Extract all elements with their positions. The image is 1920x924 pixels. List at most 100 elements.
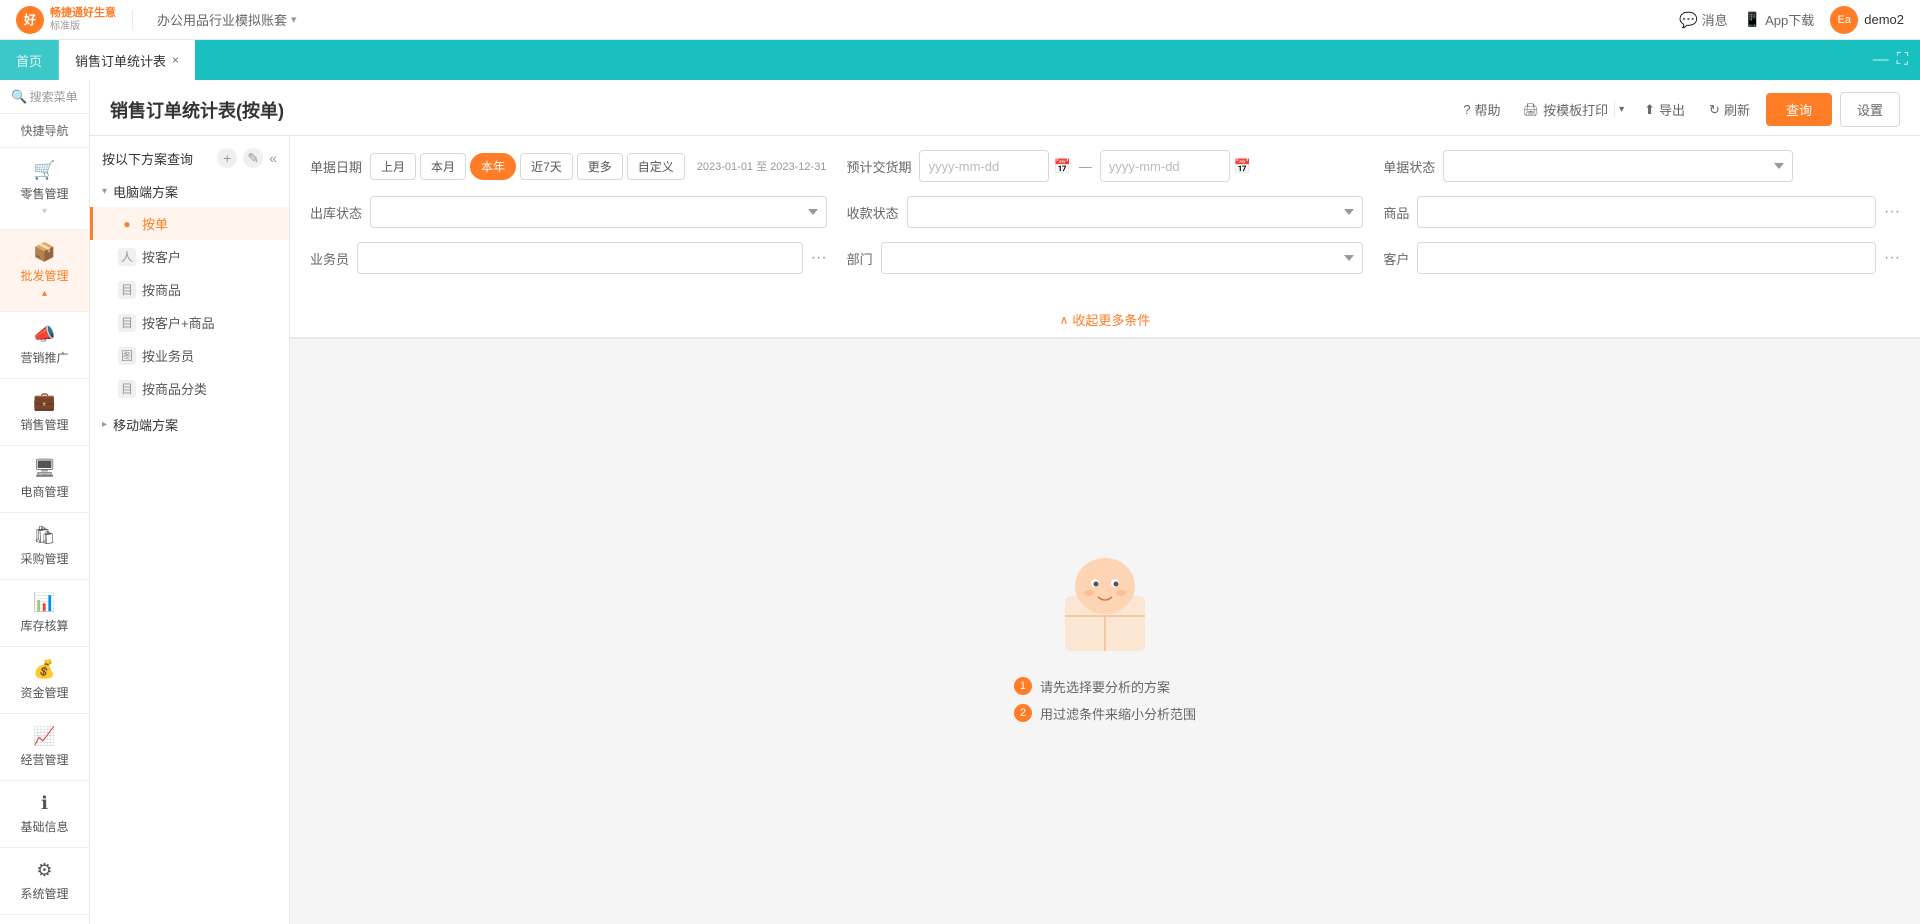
scheme-item-5[interactable]: 目 按商品分类	[90, 372, 289, 405]
mobile-group-arrow-icon: ▸	[102, 419, 107, 430]
scheme-item-4[interactable]: 图 按业务员	[90, 339, 289, 372]
this-month-btn[interactable]: 本月	[420, 153, 466, 180]
message-icon: 💬	[1679, 11, 1698, 29]
dept-select[interactable]	[881, 242, 1364, 274]
full-content: 单据日期 上月 本月 本年 近7天 更多 自定义	[290, 136, 1920, 924]
tab-sales-order-stats[interactable]: 销售订单统计表 ×	[59, 40, 195, 80]
scheme-item-3[interactable]: 目 按客户+商品	[90, 306, 289, 339]
scheme-add-icon[interactable]: +	[217, 148, 237, 168]
page-right-actions: ? 帮助 🖨 按模板打印 ▾ ⬆ 导出 ↻	[1455, 92, 1900, 127]
sidebar-item-business[interactable]: 📈 经营管理	[0, 714, 89, 781]
this-year-btn[interactable]: 本年	[470, 153, 516, 180]
content-area: 销售订单统计表(按单) ? 帮助 🖨 按模板打印 ▾ ⬆	[90, 80, 1920, 924]
tip-2-num: 2	[1014, 704, 1032, 722]
search-icon: 🔍	[11, 89, 27, 105]
group-arrow-icon: ▾	[102, 186, 107, 197]
print-dropdown-button[interactable]: ▾	[1614, 100, 1628, 119]
sidebar-item-enterprise[interactable]: 🤝 企业协同	[0, 915, 89, 924]
collapse-bar[interactable]: ∧ 收起更多条件	[290, 302, 1920, 338]
help-button[interactable]: ? 帮助	[1455, 96, 1508, 123]
sales-more-icon[interactable]: ···	[811, 250, 827, 266]
inventory-icon: 📊	[33, 592, 55, 613]
delivery-select[interactable]	[370, 196, 827, 228]
custom-date-btn[interactable]: 自定义	[627, 153, 685, 180]
help-icon: ?	[1463, 102, 1470, 117]
scheme-item-icon-1: 人	[118, 248, 136, 266]
sidebar-item-inventory[interactable]: 📊 库存核算	[0, 580, 89, 647]
scheme-item-1[interactable]: 人 按客户	[90, 240, 289, 273]
empty-state: 1 请先选择要分析的方案 2 用过滤条件来缩小分析范围	[290, 339, 1920, 924]
refresh-icon: ↻	[1709, 102, 1720, 118]
last7-btn[interactable]: 近7天	[520, 153, 573, 180]
tab-close-icon[interactable]: ×	[172, 53, 179, 67]
refresh-button[interactable]: ↻ 刷新	[1701, 96, 1758, 123]
chevron-down-icon: ▾	[1619, 104, 1624, 115]
expected-date-to-input[interactable]	[1100, 150, 1230, 182]
empty-illustration	[1045, 541, 1165, 661]
sidebar-item-zero-retail[interactable]: 🛒 零售管理 ▾	[0, 148, 89, 230]
sidebar-quick-nav[interactable]: 快捷导航	[0, 114, 89, 148]
app-download-button[interactable]: 📱 App下载	[1744, 10, 1815, 29]
app-selector[interactable]: 办公用品行业模拟账套 ▾	[149, 6, 305, 33]
export-button[interactable]: ⬆ 导出	[1636, 96, 1693, 123]
last-month-btn[interactable]: 上月	[370, 153, 416, 180]
sidebar-item-wholesale[interactable]: 📦 批发管理 ▴	[0, 230, 89, 312]
sidebar-item-sys-mgmt[interactable]: ⚙ 系统管理	[0, 848, 89, 915]
sales-input[interactable]	[357, 242, 803, 274]
nav-minimize-icon[interactable]: —	[1873, 51, 1889, 69]
goods-more-icon[interactable]: ···	[1884, 204, 1900, 220]
user-profile[interactable]: Ea demo2	[1830, 6, 1904, 34]
content-body: 1 请先选择要分析的方案 2 用过滤条件来缩小分析范围	[290, 339, 1920, 924]
status-select[interactable]	[1443, 150, 1793, 182]
query-button[interactable]: 查询	[1766, 93, 1832, 126]
calendar-to-icon[interactable]: 📅	[1234, 158, 1251, 175]
expected-date-filter: 预计交货期 📅 — 📅	[846, 150, 1363, 182]
customer-filter: 客户 ···	[1383, 242, 1900, 274]
sidebar-item-marketing[interactable]: 📣 营销推广	[0, 312, 89, 379]
message-button[interactable]: 💬 消息	[1679, 10, 1728, 29]
sidebar: 🔍 搜索菜单 快捷导航 🛒 零售管理 ▾ 📦 批发管理 ▴ 📣 营销推广 💼	[0, 80, 90, 924]
finance-icon: 💰	[33, 659, 55, 680]
scheme-panel-actions: + ✎ «	[217, 148, 277, 168]
page-title: 销售订单统计表(按单)	[110, 97, 284, 123]
scheme-item-0[interactable]: ● 按单	[90, 207, 289, 240]
more-date-btn[interactable]: 更多	[577, 153, 623, 180]
top-bar: 好 畅捷通好生意 标准版 办公用品行业模拟账套 ▾ 💬 消息 📱 App下载 E…	[0, 0, 1920, 40]
purchase-icon: 🛍	[33, 525, 56, 546]
date-range-display: 2023-01-01 至 2023-12-31	[697, 158, 827, 174]
tip-1-num: 1	[1014, 677, 1032, 695]
mobile-scheme-group: ▸ 移动端方案	[90, 409, 289, 440]
goods-input[interactable]	[1417, 196, 1876, 228]
sidebar-main: 🛒 零售管理 ▾ 📦 批发管理 ▴ 📣 营销推广 💼 销售管理 🖥 电商管理	[0, 148, 89, 924]
pc-scheme-group: ▾ 电脑端方案 ● 按单 人 按客户 目 按商品	[90, 176, 289, 405]
calendar-from-icon[interactable]: 📅	[1053, 158, 1070, 175]
sidebar-item-finance[interactable]: 💰 资金管理	[0, 647, 89, 714]
scheme-item-icon-2: 目	[118, 281, 136, 299]
top-bar-right: 💬 消息 📱 App下载 Ea demo2	[1679, 6, 1904, 34]
tab-home[interactable]: 首页	[0, 40, 59, 80]
sidebar-item-sales-mgmt[interactable]: 💼 销售管理	[0, 379, 89, 446]
receipt-select[interactable]	[907, 196, 1364, 228]
scheme-item-2[interactable]: 目 按商品	[90, 273, 289, 306]
print-btn-group: 🖨 按模板打印 ▾	[1517, 96, 1629, 123]
expected-date-from-input[interactable]	[919, 150, 1049, 182]
pc-scheme-group-header[interactable]: ▾ 电脑端方案	[90, 176, 289, 207]
print-icon: 🖨	[1523, 102, 1540, 118]
scheme-edit-icon[interactable]: ✎	[243, 148, 263, 168]
customer-input[interactable]	[1417, 242, 1876, 274]
print-button[interactable]: 🖨 按模板打印	[1517, 96, 1615, 123]
download-icon: 📱	[1744, 11, 1761, 28]
divider	[132, 10, 133, 30]
scheme-collapse-icon[interactable]: «	[269, 150, 277, 166]
customer-more-icon[interactable]: ···	[1884, 250, 1900, 266]
sales-filter: 业务员 ···	[310, 242, 827, 274]
settings-button[interactable]: 设置	[1840, 92, 1900, 127]
top-bar-left: 好 畅捷通好生意 标准版 办公用品行业模拟账套 ▾	[16, 6, 305, 34]
sidebar-item-ecom[interactable]: 🖥 电商管理	[0, 446, 89, 513]
sidebar-item-basic-info[interactable]: ℹ 基础信息	[0, 781, 89, 848]
nav-expand-icon[interactable]: ⛶	[1897, 51, 1908, 69]
sidebar-item-purchase[interactable]: 🛍 采购管理	[0, 513, 89, 580]
sidebar-search[interactable]: 🔍 搜索菜单	[0, 80, 89, 114]
filter-row-1: 单据日期 上月 本月 本年 近7天 更多 自定义	[310, 150, 1900, 182]
mobile-scheme-group-header[interactable]: ▸ 移动端方案	[90, 409, 289, 440]
